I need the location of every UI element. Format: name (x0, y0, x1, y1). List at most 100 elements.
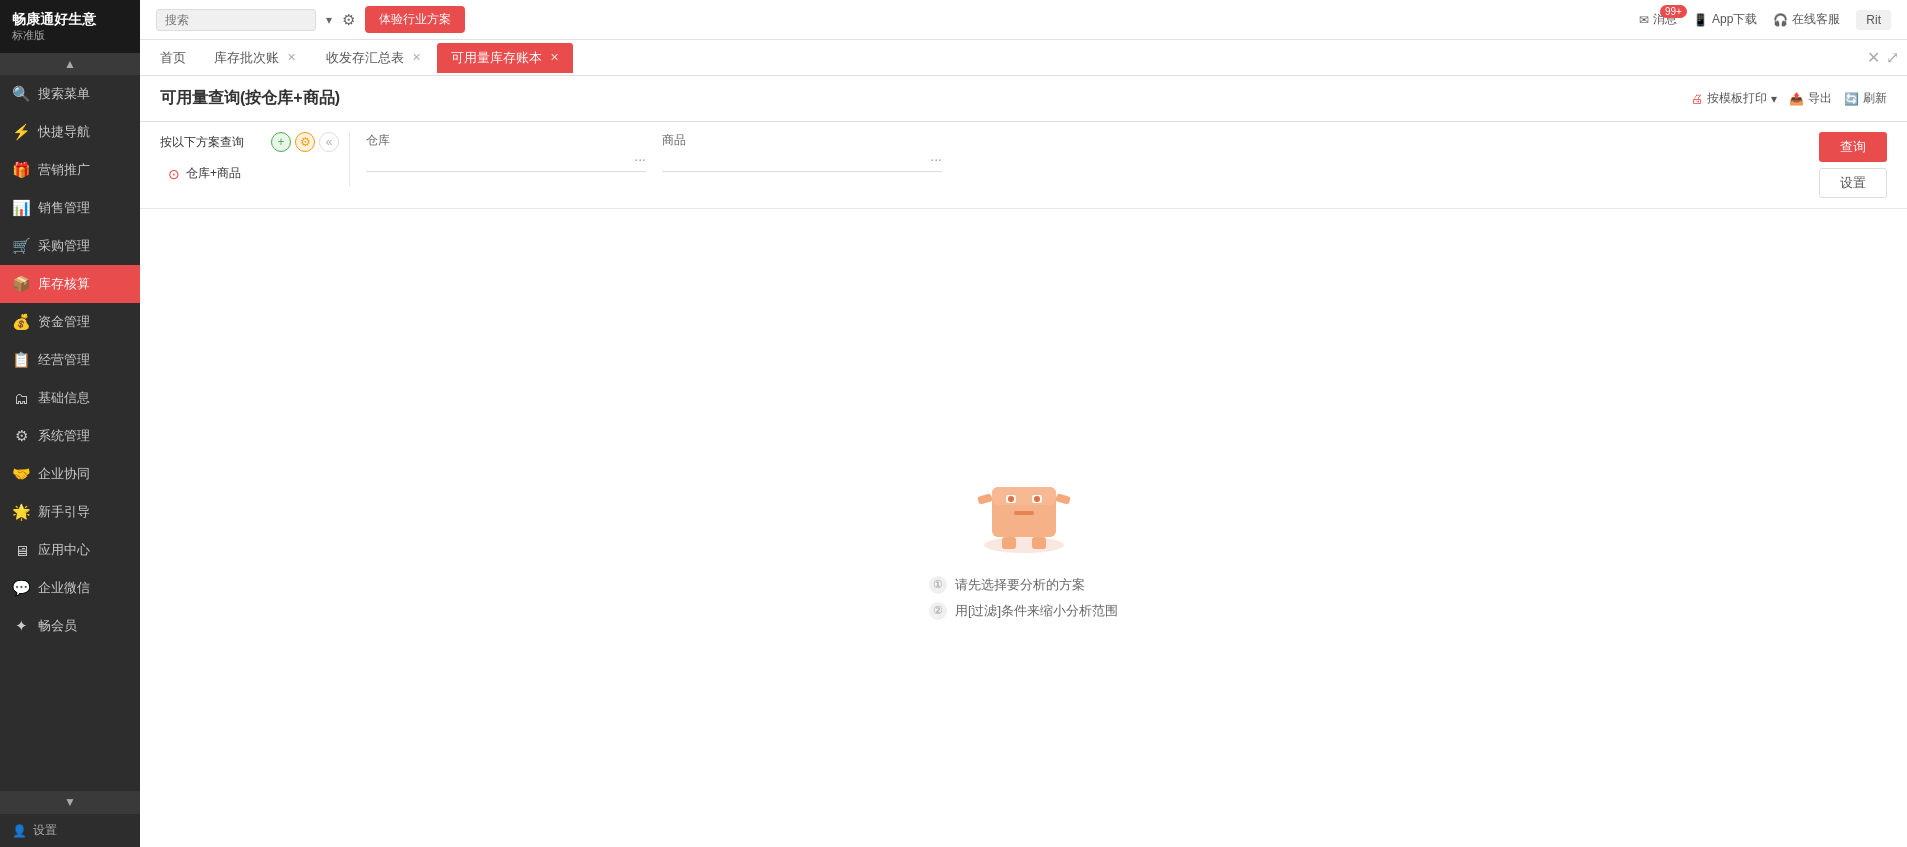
product-input-wrap: ··· (662, 151, 942, 172)
sidebar-item-label-cooperation: 企业协同 (38, 465, 90, 483)
sidebar-item-finance[interactable]: 💰 资金管理 (0, 303, 140, 341)
sidebar-item-marketing[interactable]: 🎁 营销推广 (0, 151, 140, 189)
tip-text-1: 请先选择要分析的方案 (955, 576, 1085, 594)
svg-rect-7 (1014, 511, 1034, 515)
sidebar-item-label-finance: 资金管理 (38, 313, 90, 331)
setting-scheme-button[interactable]: ⚙ (295, 132, 315, 152)
top-bar-right: ✉ 消息 99+ 📱 App下载 🎧 在线客服 Rit (1639, 10, 1891, 30)
sidebar-item-label-guide: 新手引导 (38, 503, 90, 521)
message-button[interactable]: ✉ 消息 99+ (1639, 11, 1677, 28)
app-label: App下载 (1712, 11, 1757, 28)
svg-point-0 (984, 537, 1064, 553)
sidebar-scroll-down[interactable]: ▼ (0, 791, 140, 813)
sidebar-item-search[interactable]: 🔍 搜索菜单 (0, 75, 140, 113)
svg-point-6 (1034, 496, 1040, 502)
search-input[interactable] (156, 9, 316, 31)
refresh-icon: 🔄 (1844, 92, 1859, 106)
sidebar-item-label-operation: 经营管理 (38, 351, 90, 369)
marketing-icon: 🎁 (12, 161, 30, 179)
sidebar-item-quick-nav[interactable]: ⚡ 快捷导航 (0, 113, 140, 151)
filter-scheme-panel: 按以下方案查询 + ⚙ « ⊙ 仓库+商品 (160, 132, 350, 187)
refresh-button[interactable]: 🔄 刷新 (1844, 90, 1887, 107)
tab-batch-account[interactable]: 库存批次账 ✕ (200, 43, 310, 73)
app-center-icon: 🖥 (12, 542, 30, 559)
sidebar-item-sales[interactable]: 📊 销售管理 (0, 189, 140, 227)
settings-icon[interactable]: ⚙ (342, 11, 355, 29)
headset-icon: 🎧 (1773, 13, 1788, 27)
cooperation-icon: 🤝 (12, 465, 30, 483)
service-label: 在线客服 (1792, 11, 1840, 28)
query-button[interactable]: 查询 (1819, 132, 1887, 162)
operation-icon: 📋 (12, 351, 30, 369)
sidebar-item-label-search: 搜索菜单 (38, 85, 90, 103)
page-actions: 🖨 按模板打印 ▾ 📤 导出 🔄 刷新 (1691, 90, 1887, 107)
sidebar-item-purchase[interactable]: 🛒 采购管理 (0, 227, 140, 265)
sidebar-item-label-basic: 基础信息 (38, 389, 90, 407)
wechat-icon: 💬 (12, 579, 30, 597)
filter-area: 按以下方案查询 + ⚙ « ⊙ 仓库+商品 仓库 (140, 122, 1907, 209)
tabs-expand-button[interactable]: ⤢ (1886, 48, 1899, 67)
sidebar: 畅康通好生意 标准版 ▲ 🔍 搜索菜单 ⚡ 快捷导航 🎁 营销推广 📊 销售管理… (0, 0, 140, 847)
warehouse-input[interactable] (366, 152, 630, 166)
warehouse-more-icon[interactable]: ··· (634, 151, 646, 167)
brand-name: 畅康通好生意 (12, 10, 128, 28)
empty-tips: ① 请先选择要分析的方案 ② 用[过滤]条件来缩小分析范围 (929, 576, 1118, 620)
product-input[interactable] (662, 152, 926, 166)
sales-icon: 📊 (12, 199, 30, 217)
basic-icon: 🗂 (12, 390, 30, 407)
inventory-icon: 📦 (12, 275, 30, 293)
add-scheme-button[interactable]: + (271, 132, 291, 152)
user-button[interactable]: Rit (1856, 10, 1891, 30)
warehouse-field-label: 仓库 (366, 132, 646, 149)
sidebar-item-app-center[interactable]: 🖥 应用中心 (0, 531, 140, 569)
sidebar-item-member[interactable]: ✦ 畅会员 (0, 607, 140, 645)
collapse-scheme-button[interactable]: « (319, 132, 339, 152)
search-dropdown-icon[interactable]: ▾ (326, 13, 332, 27)
tabs-close-all-button[interactable]: ✕ (1867, 48, 1880, 67)
tip-text-2: 用[过滤]条件来缩小分析范围 (955, 602, 1118, 620)
settings-button[interactable]: 设置 (1819, 168, 1887, 198)
app-download-button[interactable]: 📱 App下载 (1693, 11, 1757, 28)
main-area: ▾ ⚙ 体验行业方案 ✉ 消息 99+ 📱 App下载 🎧 在线客服 Rit 首… (140, 0, 1907, 847)
sidebar-item-label-app-center: 应用中心 (38, 541, 90, 559)
sidebar-scroll-up[interactable]: ▲ (0, 53, 140, 75)
purchase-icon: 🛒 (12, 237, 30, 255)
scheme-item-warehouse-product[interactable]: ⊙ 仓库+商品 (160, 160, 339, 187)
brand-version: 标准版 (12, 28, 128, 43)
tab-stock-summary-label: 收发存汇总表 (326, 49, 404, 67)
sidebar-header: 畅康通好生意 标准版 (0, 0, 140, 53)
sidebar-item-system[interactable]: ⚙ 系统管理 (0, 417, 140, 455)
empty-state: ① 请先选择要分析的方案 ② 用[过滤]条件来缩小分析范围 (140, 209, 1907, 847)
sidebar-bottom-icon: 👤 (12, 824, 27, 838)
member-icon: ✦ (12, 617, 30, 635)
sidebar-item-label-inventory: 库存核算 (38, 275, 90, 293)
sidebar-item-label-marketing: 营销推广 (38, 161, 90, 179)
product-more-icon[interactable]: ··· (930, 151, 942, 167)
svg-rect-11 (1055, 493, 1071, 504)
sidebar-item-operation[interactable]: 📋 经营管理 (0, 341, 140, 379)
guide-icon: 🌟 (12, 503, 30, 521)
tab-home[interactable]: 首页 (148, 43, 198, 73)
tab-batch-account-close[interactable]: ✕ (287, 51, 296, 64)
tab-available-ledger-close[interactable]: ✕ (550, 51, 559, 64)
print-button[interactable]: 🖨 按模板打印 ▾ (1691, 90, 1777, 107)
scheme-item-label: 仓库+商品 (186, 165, 241, 182)
sidebar-item-label-purchase: 采购管理 (38, 237, 90, 255)
tab-available-ledger[interactable]: 可用量库存账本 ✕ (437, 43, 573, 73)
sidebar-item-basic[interactable]: 🗂 基础信息 (0, 379, 140, 417)
sidebar-item-cooperation[interactable]: 🤝 企业协同 (0, 455, 140, 493)
tab-stock-summary[interactable]: 收发存汇总表 ✕ (312, 43, 435, 73)
sidebar-item-guide[interactable]: 🌟 新手引导 (0, 493, 140, 531)
phone-icon: 📱 (1693, 13, 1708, 27)
trial-button[interactable]: 体验行业方案 (365, 6, 465, 33)
page-header: 可用量查询(按仓库+商品) 🖨 按模板打印 ▾ 📤 导出 🔄 刷新 (140, 76, 1907, 122)
service-button[interactable]: 🎧 在线客服 (1773, 11, 1840, 28)
export-button[interactable]: 📤 导出 (1789, 90, 1832, 107)
scheme-item-icon: ⊙ (168, 166, 180, 182)
print-dropdown-icon[interactable]: ▾ (1771, 92, 1777, 106)
tab-stock-summary-close[interactable]: ✕ (412, 51, 421, 64)
refresh-label: 刷新 (1863, 90, 1887, 107)
quick-nav-icon: ⚡ (12, 123, 30, 141)
sidebar-item-inventory[interactable]: 📦 库存核算 (0, 265, 140, 303)
sidebar-item-wechat[interactable]: 💬 企业微信 (0, 569, 140, 607)
